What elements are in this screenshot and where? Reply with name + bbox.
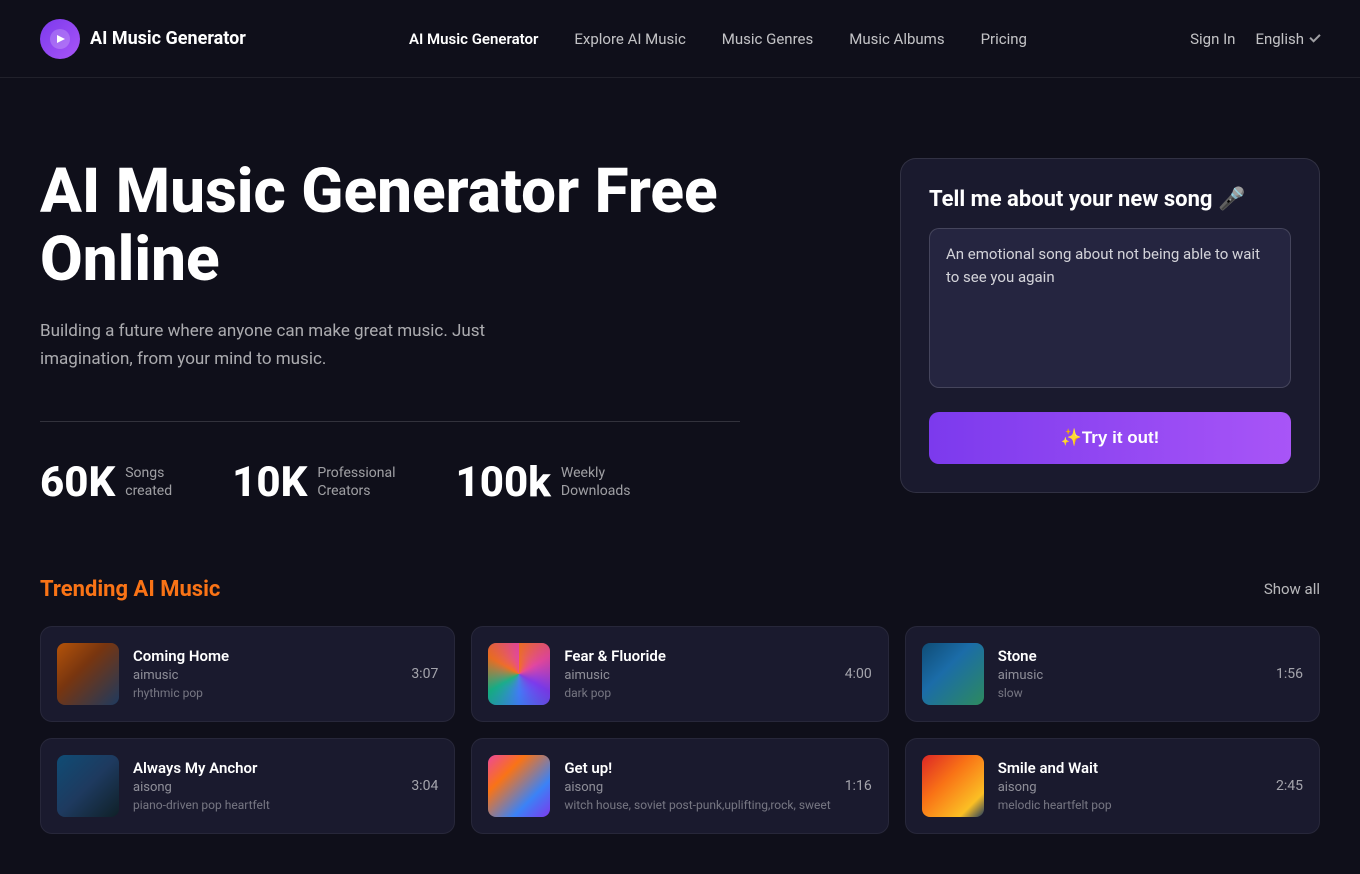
- nav-right: Sign In English: [1190, 30, 1320, 48]
- music-info: Coming Home aimusic rhythmic pop: [133, 647, 397, 700]
- music-name: Smile and Wait: [998, 759, 1262, 777]
- stat-number-downloads: 100k: [456, 458, 551, 507]
- music-info: Stone aimusic slow: [998, 647, 1262, 700]
- music-artist: aisong: [998, 780, 1262, 795]
- music-card[interactable]: Always My Anchor aisong piano-driven pop…: [40, 738, 455, 834]
- music-name: Stone: [998, 647, 1262, 665]
- song-generator-card: Tell me about your new song 🎤 An emotion…: [900, 158, 1320, 493]
- chevron-down-icon: [1309, 31, 1320, 42]
- music-genre: melodic heartfelt pop: [998, 798, 1262, 812]
- logo[interactable]: AI Music Generator: [40, 19, 246, 59]
- music-name: Fear & Fluoride: [564, 647, 830, 665]
- music-card[interactable]: Stone aimusic slow 1:56: [905, 626, 1320, 722]
- nav-link-pricing[interactable]: Pricing: [981, 30, 1027, 48]
- hero-stats: 60K Songs created 10K Professional Creat…: [40, 458, 740, 507]
- music-duration: 3:04: [411, 778, 438, 794]
- music-artist: aimusic: [998, 668, 1262, 683]
- language-selector[interactable]: English: [1255, 30, 1320, 48]
- stat-number-creators: 10K: [232, 458, 307, 507]
- music-thumbnail: [488, 643, 550, 705]
- stat-label-creators: Professional Creators: [317, 458, 395, 500]
- music-genre: piano-driven pop heartfelt: [133, 798, 397, 812]
- hero-divider: [40, 421, 740, 422]
- music-card[interactable]: Smile and Wait aisong melodic heartfelt …: [905, 738, 1320, 834]
- show-all-button[interactable]: Show all: [1264, 580, 1320, 598]
- music-thumbnail: [57, 755, 119, 817]
- trending-header: Trending AI Music Show all: [40, 577, 1320, 602]
- stat-number-songs: 60K: [40, 458, 115, 507]
- music-card[interactable]: Fear & Fluoride aimusic dark pop 4:00: [471, 626, 888, 722]
- music-info: Get up! aisong witch house, soviet post-…: [564, 759, 830, 812]
- music-info: Always My Anchor aisong piano-driven pop…: [133, 759, 397, 812]
- music-name: Always My Anchor: [133, 759, 397, 777]
- music-duration: 1:16: [845, 778, 872, 794]
- music-thumbnail: [922, 755, 984, 817]
- language-label: English: [1255, 30, 1304, 48]
- trending-section: Trending AI Music Show all Coming Home a…: [0, 567, 1360, 874]
- trending-title: Trending AI Music: [40, 577, 220, 602]
- navbar: AI Music Generator AI Music Generator Ex…: [0, 0, 1360, 78]
- stat-label-downloads: Weekly Downloads: [561, 458, 631, 500]
- music-artist: aisong: [564, 780, 830, 795]
- hero-subtitle: Building a future where anyone can make …: [40, 318, 560, 372]
- nav-link-generator[interactable]: AI Music Generator: [409, 30, 538, 48]
- music-info: Smile and Wait aisong melodic heartfelt …: [998, 759, 1262, 812]
- music-genre: slow: [998, 686, 1262, 700]
- music-name: Coming Home: [133, 647, 397, 665]
- music-duration: 4:00: [845, 666, 872, 682]
- music-artist: aisong: [133, 780, 397, 795]
- music-genre: dark pop: [564, 686, 830, 700]
- music-duration: 3:07: [411, 666, 438, 682]
- music-duration: 2:45: [1276, 778, 1303, 794]
- music-genre: witch house, soviet post-punk,uplifting,…: [564, 798, 830, 812]
- logo-icon: [40, 19, 80, 59]
- stat-songs: 60K Songs created: [40, 458, 172, 507]
- music-card[interactable]: Get up! aisong witch house, soviet post-…: [471, 738, 888, 834]
- music-card[interactable]: Coming Home aimusic rhythmic pop 3:07: [40, 626, 455, 722]
- try-button[interactable]: ✨Try it out!: [929, 412, 1291, 464]
- song-description-input[interactable]: An emotional song about not being able t…: [929, 228, 1291, 388]
- music-thumbnail: [57, 643, 119, 705]
- hero-section: AI Music Generator Free Online Building …: [0, 78, 1360, 567]
- music-genre: rhythmic pop: [133, 686, 397, 700]
- brand-name: AI Music Generator: [90, 28, 246, 49]
- stat-downloads: 100k Weekly Downloads: [456, 458, 631, 507]
- nav-links: AI Music Generator Explore AI Music Musi…: [409, 30, 1027, 48]
- signin-button[interactable]: Sign In: [1190, 30, 1235, 48]
- music-grid: Coming Home aimusic rhythmic pop 3:07 Fe…: [40, 626, 1320, 834]
- nav-link-genres[interactable]: Music Genres: [722, 30, 813, 48]
- stat-label-songs: Songs created: [125, 458, 172, 500]
- music-name: Get up!: [564, 759, 830, 777]
- music-info: Fear & Fluoride aimusic dark pop: [564, 647, 830, 700]
- card-title: Tell me about your new song 🎤: [929, 187, 1291, 212]
- music-artist: aimusic: [133, 668, 397, 683]
- nav-link-albums[interactable]: Music Albums: [849, 30, 944, 48]
- stat-creators: 10K Professional Creators: [232, 458, 395, 507]
- hero-left: AI Music Generator Free Online Building …: [40, 158, 740, 507]
- music-thumbnail: [922, 643, 984, 705]
- nav-link-explore[interactable]: Explore AI Music: [574, 30, 685, 48]
- hero-title: AI Music Generator Free Online: [40, 158, 740, 294]
- music-duration: 1:56: [1276, 666, 1303, 682]
- music-artist: aimusic: [564, 668, 830, 683]
- music-thumbnail: [488, 755, 550, 817]
